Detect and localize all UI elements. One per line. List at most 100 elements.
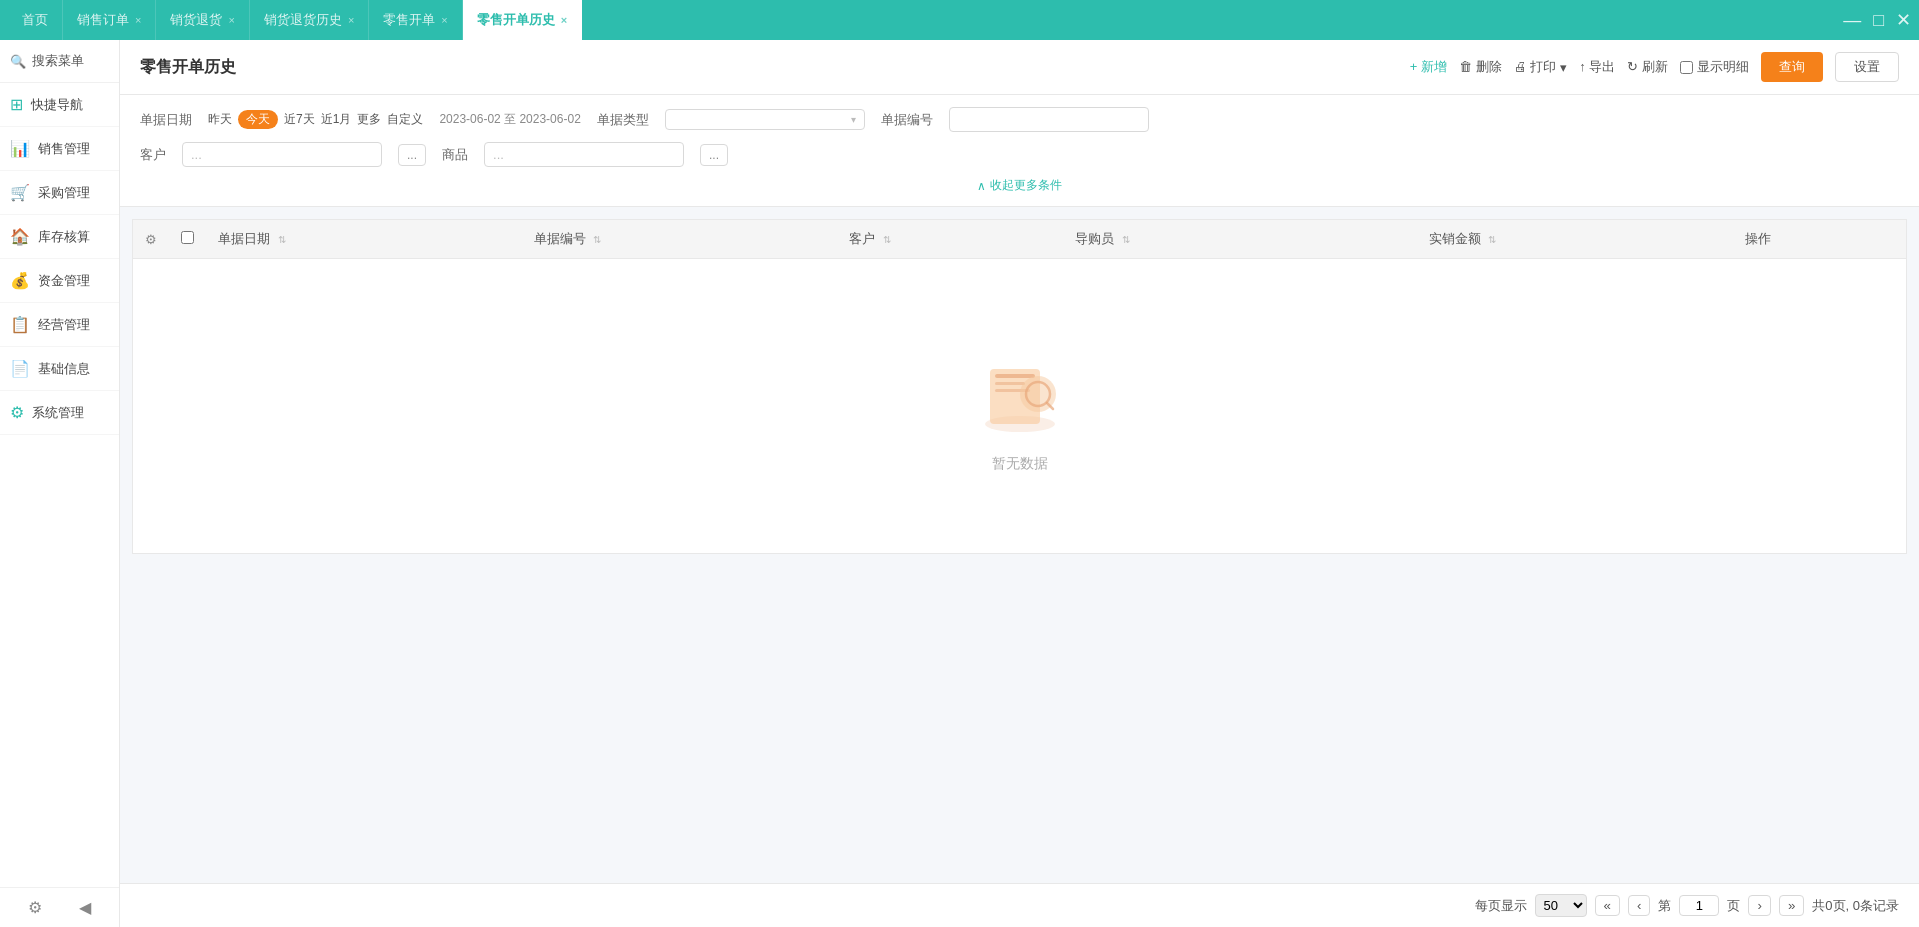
col-actions: 操作 [1733, 220, 1907, 259]
sidebar-item-purchase-mgmt-label: 采购管理 [38, 184, 90, 202]
export-button[interactable]: ↑ 导出 [1579, 58, 1615, 76]
pagination: 每页显示 50 10 20 100 « ‹ 第 页 › » 共0页, 0条记录 [120, 883, 1919, 927]
filter-area: 单据日期 昨天 今天 近7天 近1月 更多 自定义 2023-06-02 至 2… [120, 95, 1919, 207]
sidebar-item-quick-nav-label: 快捷导航 [31, 96, 83, 114]
window-controls: — □ ✕ [1843, 9, 1911, 31]
empty-state: 暂无数据 [133, 259, 1906, 553]
tab-sales-return-history-close[interactable]: × [348, 14, 354, 26]
customer-label: 客户 [140, 146, 166, 164]
sidebar-search-label: 搜索菜单 [32, 52, 84, 70]
sidebar-item-sales-mgmt[interactable]: 📊 销售管理 [0, 127, 119, 171]
date-range: 2023-06-02 至 2023-06-02 [439, 111, 580, 128]
col-date: 单据日期 ⇅ [206, 220, 522, 259]
sidebar-item-purchase-mgmt[interactable]: 🛒 采购管理 [0, 171, 119, 215]
per-page-label: 每页显示 [1475, 897, 1527, 915]
settings-button[interactable]: 设置 [1835, 52, 1899, 82]
print-dropdown-icon[interactable]: ▾ [1560, 60, 1567, 75]
delete-button[interactable]: 🗑 删除 [1459, 58, 1502, 76]
tab-sales-return[interactable]: 销货退货 × [156, 0, 249, 40]
page-input[interactable] [1679, 895, 1719, 916]
tab-sales-return-history[interactable]: 销货退货历史 × [250, 0, 369, 40]
collapse-row[interactable]: ∧ 收起更多条件 [140, 177, 1899, 194]
operations-icon: 📋 [10, 315, 30, 334]
customer-input[interactable] [182, 142, 382, 167]
add-button[interactable]: + 新增 [1410, 58, 1447, 76]
prev-page-button[interactable]: ‹ [1628, 895, 1650, 916]
date-shortcut-today[interactable]: 今天 [238, 110, 278, 129]
tab-retail-open[interactable]: 零售开单 × [369, 0, 462, 40]
tab-home[interactable]: 首页 [8, 0, 63, 40]
select-all-checkbox[interactable] [181, 231, 194, 244]
last-page-button[interactable]: » [1779, 895, 1804, 916]
customer-dots-button[interactable]: ... [398, 144, 426, 166]
print-label: 🖨 打印 [1514, 58, 1557, 76]
collapse-label: 收起更多条件 [990, 177, 1062, 194]
sidebar-item-basic-info[interactable]: 📄 基础信息 [0, 347, 119, 391]
col-no-sort-icon[interactable]: ⇅ [593, 234, 601, 245]
sidebar-item-inventory[interactable]: 🏠 库存核算 [0, 215, 119, 259]
print-button[interactable]: 🖨 打印 ▾ [1514, 58, 1568, 76]
tab-retail-open-history-close[interactable]: × [561, 14, 567, 26]
finance-icon: 💰 [10, 271, 30, 290]
collapse-sidebar-icon[interactable]: ◀ [79, 898, 91, 917]
tab-sales-order-close[interactable]: × [135, 14, 141, 26]
minimize-button[interactable]: — [1843, 10, 1861, 31]
next-page-button[interactable]: › [1748, 895, 1770, 916]
sidebar-item-inventory-label: 库存核算 [38, 228, 90, 246]
page-suffix: 页 [1727, 897, 1740, 915]
order-no-input[interactable] [949, 107, 1149, 132]
tab-sales-order[interactable]: 销售订单 × [63, 0, 156, 40]
search-icon: 🔍 [10, 54, 26, 69]
svg-rect-3 [995, 382, 1025, 385]
close-window-button[interactable]: ✕ [1896, 9, 1911, 31]
col-checkbox [169, 220, 206, 259]
col-salesperson-label: 导购员 [1075, 231, 1114, 246]
display-detail-checkbox[interactable] [1680, 61, 1693, 74]
col-amount-sort-icon[interactable]: ⇅ [1488, 234, 1496, 245]
col-customer-sort-icon[interactable]: ⇅ [883, 234, 891, 245]
purchase-mgmt-icon: 🛒 [10, 183, 30, 202]
sidebar-item-system-mgmt-label: 系统管理 [32, 404, 84, 422]
sidebar-item-finance[interactable]: 💰 资金管理 [0, 259, 119, 303]
filter-row-2: 客户 ... 商品 ... [140, 142, 1899, 167]
date-shortcut-more[interactable]: 更多 [357, 111, 381, 128]
sidebar-search[interactable]: 🔍 搜索菜单 [0, 40, 119, 83]
tab-retail-open-close[interactable]: × [441, 14, 447, 26]
refresh-button[interactable]: ↻ 刷新 [1627, 58, 1668, 76]
col-salesperson-sort-icon[interactable]: ⇅ [1122, 234, 1130, 245]
tab-retail-open-history[interactable]: 零售开单历史 × [463, 0, 582, 40]
product-dots-button[interactable]: ... [700, 144, 728, 166]
tab-sales-return-label: 销货退货 [170, 11, 222, 29]
date-shortcut-7days[interactable]: 近7天 [284, 111, 315, 128]
table-area: ⚙ 单据日期 ⇅ 单据编号 ⇅ [120, 207, 1919, 883]
content-area: 零售开单历史 + 新增 🗑 删除 🖨 打印 ▾ ↑ 导出 ↻ 刷新 [120, 40, 1919, 927]
display-detail-check[interactable]: 显示明细 [1680, 58, 1749, 76]
date-shortcut-yesterday[interactable]: 昨天 [208, 111, 232, 128]
tab-sales-return-close[interactable]: × [228, 14, 234, 26]
tab-retail-open-history-label: 零售开单历史 [477, 11, 555, 29]
order-no-label: 单据编号 [881, 111, 933, 129]
date-shortcut-custom[interactable]: 自定义 [387, 111, 423, 128]
sidebar-item-system-mgmt[interactable]: ⚙ 系统管理 [0, 391, 119, 435]
sidebar-item-quick-nav[interactable]: ⊞ 快捷导航 [0, 83, 119, 127]
query-button[interactable]: 查询 [1761, 52, 1823, 82]
sales-mgmt-icon: 📊 [10, 139, 30, 158]
refresh-label: ↻ 刷新 [1627, 58, 1668, 76]
product-input[interactable] [484, 142, 684, 167]
settings-icon[interactable]: ⚙ [28, 898, 42, 917]
tab-sales-return-history-label: 销货退货历史 [264, 11, 342, 29]
date-shortcut-1month[interactable]: 近1月 [321, 111, 352, 128]
date-label: 单据日期 [140, 111, 192, 129]
data-table: ⚙ 单据日期 ⇅ 单据编号 ⇅ [132, 219, 1907, 554]
sidebar-item-operations[interactable]: 📋 经营管理 [0, 303, 119, 347]
col-settings: ⚙ [133, 220, 170, 259]
table-settings-icon[interactable]: ⚙ [145, 232, 157, 247]
col-salesperson: 导购员 ⇅ [1063, 220, 1334, 259]
order-type-select[interactable]: ▾ [665, 109, 865, 130]
col-date-sort-icon[interactable]: ⇅ [278, 234, 286, 245]
main-layout: 🔍 搜索菜单 ⊞ 快捷导航 📊 销售管理 🛒 采购管理 🏠 库存核算 💰 资金管… [0, 40, 1919, 927]
first-page-button[interactable]: « [1595, 895, 1620, 916]
per-page-select[interactable]: 50 10 20 100 [1535, 894, 1587, 917]
empty-state-text: 暂无数据 [992, 455, 1048, 473]
maximize-button[interactable]: □ [1873, 10, 1884, 31]
